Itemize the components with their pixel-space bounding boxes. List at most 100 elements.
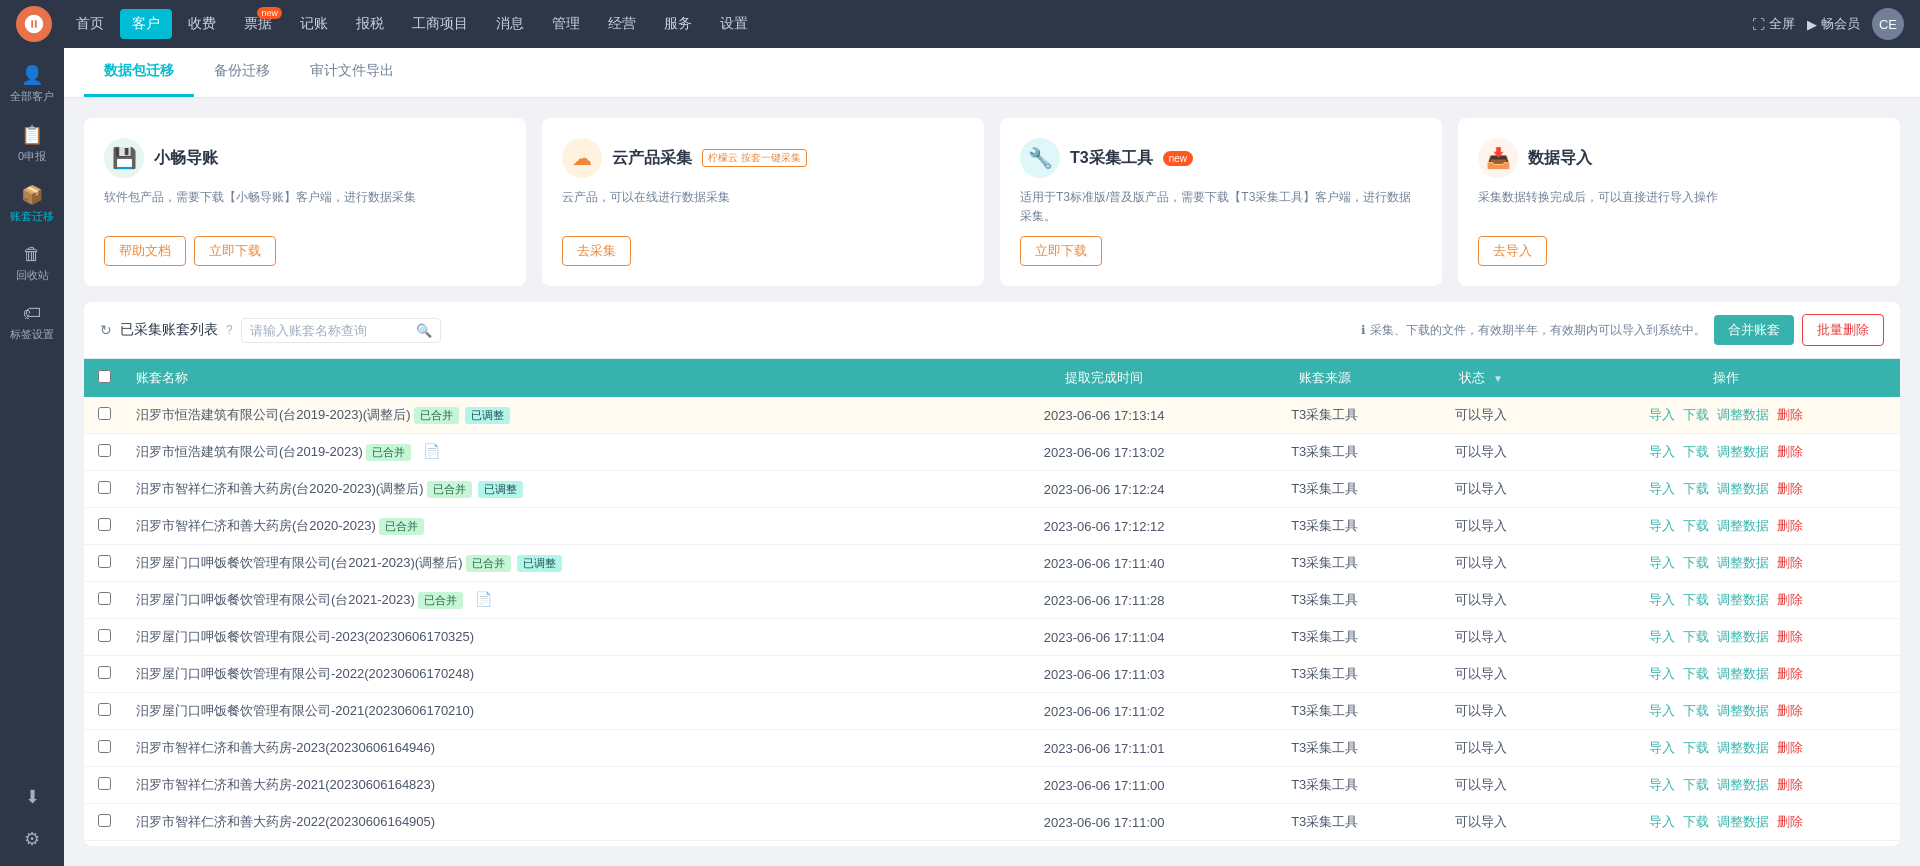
action-删除[interactable]: 删除	[1777, 740, 1803, 755]
row-checkbox[interactable]	[98, 740, 111, 753]
action-导入[interactable]: 导入	[1649, 740, 1675, 755]
row-checkbox[interactable]	[98, 592, 111, 605]
action-删除[interactable]: 删除	[1777, 629, 1803, 644]
action-删除[interactable]: 删除	[1777, 444, 1803, 459]
nav-manage[interactable]: 管理	[540, 9, 592, 39]
row-checkbox[interactable]	[98, 555, 111, 568]
nav-tax[interactable]: 报税	[344, 9, 396, 39]
nav-service[interactable]: 服务	[652, 9, 704, 39]
go-collect-button[interactable]: 去采集	[562, 236, 631, 266]
download-now-button[interactable]: 立即下载	[194, 236, 276, 266]
batch-delete-button[interactable]: 批量删除	[1802, 314, 1884, 346]
tab-data-migration[interactable]: 数据包迁移	[84, 48, 194, 97]
action-导入[interactable]: 导入	[1649, 407, 1675, 422]
action-下载[interactable]: 下载	[1683, 814, 1709, 829]
action-下载[interactable]: 下载	[1683, 666, 1709, 681]
action-删除[interactable]: 删除	[1777, 703, 1803, 718]
action-下载[interactable]: 下载	[1683, 592, 1709, 607]
row-checkbox[interactable]	[98, 407, 111, 420]
header-status[interactable]: 状态 ▼	[1410, 359, 1552, 397]
row-checkbox[interactable]	[98, 481, 111, 494]
action-删除[interactable]: 删除	[1777, 592, 1803, 607]
row-checkbox[interactable]	[98, 777, 111, 790]
action-导入[interactable]: 导入	[1649, 444, 1675, 459]
action-删除[interactable]: 删除	[1777, 407, 1803, 422]
action-导入[interactable]: 导入	[1649, 703, 1675, 718]
action-导入[interactable]: 导入	[1649, 629, 1675, 644]
row-checkbox[interactable]	[98, 814, 111, 827]
nav-fee[interactable]: 收费	[176, 9, 228, 39]
action-调整数据[interactable]: 调整数据	[1717, 740, 1769, 755]
action-删除[interactable]: 删除	[1777, 555, 1803, 570]
cloud-badge[interactable]: 柠檬云 按套一键采集	[702, 149, 807, 167]
action-调整数据[interactable]: 调整数据	[1717, 703, 1769, 718]
sidebar-settings-button[interactable]: ⚙	[0, 820, 64, 858]
sidebar-item-recycle[interactable]: 🗑 回收站	[0, 236, 64, 291]
action-下载[interactable]: 下载	[1683, 555, 1709, 570]
action-调整数据[interactable]: 调整数据	[1717, 481, 1769, 496]
action-导入[interactable]: 导入	[1649, 555, 1675, 570]
action-调整数据[interactable]: 调整数据	[1717, 444, 1769, 459]
sidebar-item-all-customers[interactable]: 👤 全部客户	[0, 56, 64, 112]
action-删除[interactable]: 删除	[1777, 481, 1803, 496]
action-调整数据[interactable]: 调整数据	[1717, 518, 1769, 533]
nav-message[interactable]: 消息	[484, 9, 536, 39]
tab-backup-migration[interactable]: 备份迁移	[194, 48, 290, 97]
sidebar-item-zero-report[interactable]: 📋 0申报	[0, 116, 64, 172]
member-button[interactable]: ▶ 畅会员	[1807, 15, 1860, 33]
row-checkbox[interactable]	[98, 629, 111, 642]
action-下载[interactable]: 下载	[1683, 740, 1709, 755]
action-导入[interactable]: 导入	[1649, 481, 1675, 496]
search-icon[interactable]: 🔍	[416, 323, 432, 338]
tab-audit-export[interactable]: 审计文件导出	[290, 48, 414, 97]
action-调整数据[interactable]: 调整数据	[1717, 814, 1769, 829]
action-导入[interactable]: 导入	[1649, 777, 1675, 792]
action-导入[interactable]: 导入	[1649, 666, 1675, 681]
sidebar-item-account-migration[interactable]: 📦 账套迁移	[0, 176, 64, 232]
nav-business[interactable]: 工商项目	[400, 9, 480, 39]
action-调整数据[interactable]: 调整数据	[1717, 666, 1769, 681]
action-导入[interactable]: 导入	[1649, 518, 1675, 533]
table-scroll-area[interactable]: 账套名称 提取完成时间 账套来源 状态 ▼ 操作 汨罗市恒	[84, 359, 1900, 846]
nav-customer[interactable]: 客户	[120, 9, 172, 39]
refresh-icon[interactable]: ↻	[100, 322, 112, 338]
action-调整数据[interactable]: 调整数据	[1717, 629, 1769, 644]
action-删除[interactable]: 删除	[1777, 666, 1803, 681]
t3-download-button[interactable]: 立即下载	[1020, 236, 1102, 266]
action-下载[interactable]: 下载	[1683, 407, 1709, 422]
action-下载[interactable]: 下载	[1683, 518, 1709, 533]
search-input[interactable]	[250, 323, 410, 338]
go-import-button[interactable]: 去导入	[1478, 236, 1547, 266]
action-导入[interactable]: 导入	[1649, 592, 1675, 607]
merge-accounts-button[interactable]: 合并账套	[1714, 315, 1794, 345]
sidebar-item-tag-settings[interactable]: 🏷 标签设置	[0, 295, 64, 350]
row-checkbox[interactable]	[98, 703, 111, 716]
action-删除[interactable]: 删除	[1777, 518, 1803, 533]
action-下载[interactable]: 下载	[1683, 703, 1709, 718]
row-actions: 导入下载调整数据删除	[1552, 471, 1900, 508]
action-调整数据[interactable]: 调整数据	[1717, 592, 1769, 607]
action-导入[interactable]: 导入	[1649, 814, 1675, 829]
row-checkbox[interactable]	[98, 666, 111, 679]
action-下载[interactable]: 下载	[1683, 481, 1709, 496]
action-调整数据[interactable]: 调整数据	[1717, 555, 1769, 570]
nav-settings[interactable]: 设置	[708, 9, 760, 39]
action-删除[interactable]: 删除	[1777, 814, 1803, 829]
action-下载[interactable]: 下载	[1683, 777, 1709, 792]
action-下载[interactable]: 下载	[1683, 629, 1709, 644]
action-下载[interactable]: 下载	[1683, 444, 1709, 459]
help-icon[interactable]: ?	[226, 323, 233, 337]
user-avatar[interactable]: CE	[1872, 8, 1904, 40]
action-调整数据[interactable]: 调整数据	[1717, 777, 1769, 792]
nav-operation[interactable]: 经营	[596, 9, 648, 39]
fullscreen-button[interactable]: ⛶ 全屏	[1752, 15, 1795, 33]
action-删除[interactable]: 删除	[1777, 777, 1803, 792]
row-checkbox[interactable]	[98, 444, 111, 457]
action-调整数据[interactable]: 调整数据	[1717, 407, 1769, 422]
row-checkbox[interactable]	[98, 518, 111, 531]
sidebar-download-button[interactable]: ⬇	[0, 778, 64, 816]
select-all-checkbox[interactable]	[98, 370, 111, 383]
nav-bookkeeping[interactable]: 记账	[288, 9, 340, 39]
nav-home[interactable]: 首页	[64, 9, 116, 39]
help-doc-button[interactable]: 帮助文档	[104, 236, 186, 266]
